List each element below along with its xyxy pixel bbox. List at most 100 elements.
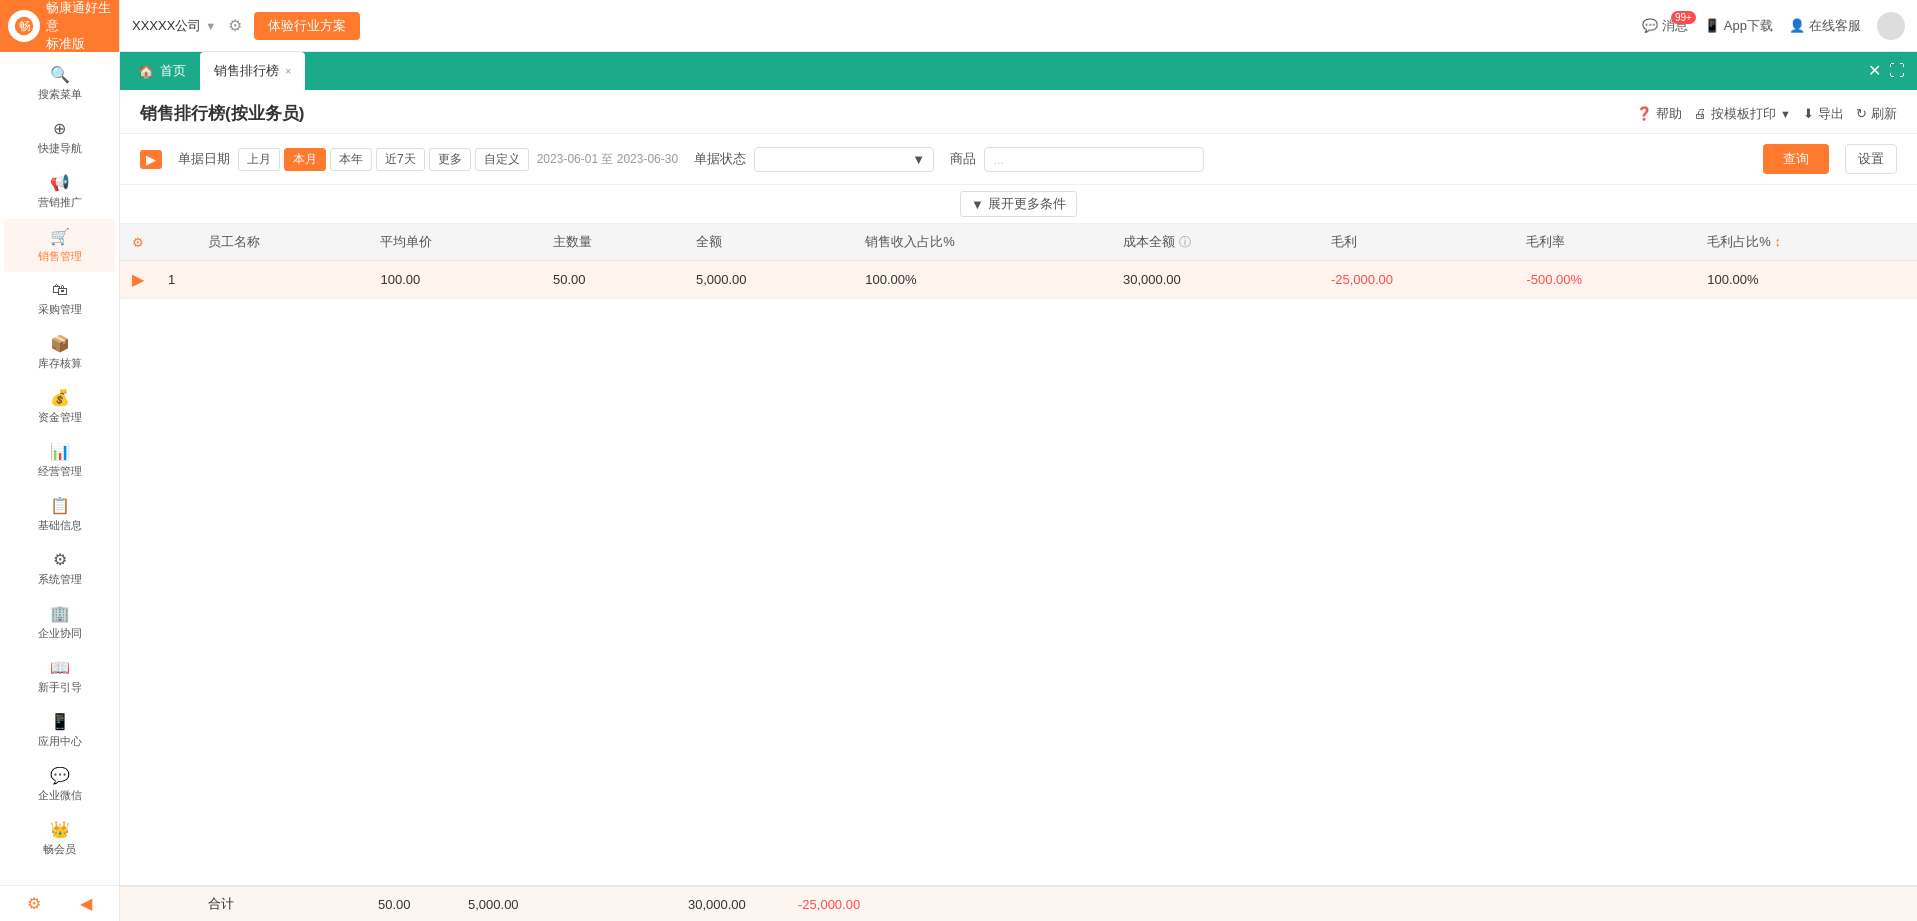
status-filter-group: 单据状态 ▼ — [694, 147, 934, 172]
tabbar-actions: ✕ ⛶ — [1868, 63, 1913, 79]
home-icon: 🏠 — [138, 64, 154, 79]
sidebar-item-business[interactable]: 📊 经营管理 — [4, 434, 115, 487]
cell-gross-rate: -500.00% — [1514, 261, 1695, 299]
tab-home[interactable]: 🏠 首页 — [124, 52, 200, 90]
company-name: XXXXX公司 — [132, 17, 201, 35]
date-filter-buttons: 上月 本月 本年 近7天 更多 自定义 — [238, 148, 529, 171]
search-icon: 🔍 — [50, 65, 70, 84]
sidebar-item-inventory[interactable]: 📦 库存核算 — [4, 326, 115, 379]
date-btn-this-month[interactable]: 本月 — [284, 148, 326, 171]
sidebar-collapse-button[interactable]: ◀ — [80, 894, 92, 913]
table-footer: 合计 50.00 5,000.00 30,000.00 -25,000.00 — [120, 885, 1917, 921]
sidebar-logo: 畅 畅康通好生意 标准版 — [0, 0, 119, 52]
sidebar-item-marketing[interactable]: 📢 营销推广 — [4, 165, 115, 218]
expand-label: 展开更多条件 — [988, 195, 1066, 213]
date-btn-7days[interactable]: 近7天 — [376, 148, 425, 171]
cell-employee-name — [196, 261, 368, 299]
query-button[interactable]: 查询 — [1763, 144, 1829, 174]
expand-more-bar: ▼ 展开更多条件 — [120, 185, 1917, 224]
footer-quantity: 50.00 — [378, 897, 468, 912]
tabbar-maximize-button[interactable]: ⛶ — [1889, 63, 1905, 79]
date-filter-group: 单据日期 上月 本月 本年 近7天 更多 自定义 2023-06-01 至 20… — [178, 148, 678, 171]
col-rank — [156, 224, 196, 261]
topbar-actions: 💬 消息 99+ 📱 App下载 👤 在线客服 — [1642, 12, 1905, 40]
cell-amount: 5,000.00 — [684, 261, 853, 299]
expand-more-button[interactable]: ▼ 展开更多条件 — [960, 191, 1077, 217]
settings-button[interactable]: 设置 — [1845, 144, 1897, 174]
company-selector[interactable]: XXXXX公司 ▼ — [132, 17, 216, 35]
sidebar-item-enterprise[interactable]: 🏢 企业协同 — [4, 596, 115, 649]
col-gross-rate: 毛利率 — [1514, 224, 1695, 261]
sidebar-item-appstore[interactable]: 📱 应用中心 — [4, 704, 115, 757]
wechat-icon: 💬 — [50, 766, 70, 785]
enterprise-icon: 🏢 — [50, 604, 70, 623]
trial-button[interactable]: 体验行业方案 — [254, 12, 360, 40]
sidebar-item-wechat[interactable]: 💬 企业微信 — [4, 758, 115, 811]
tab-close-icon[interactable]: × — [285, 65, 291, 77]
basic-icon: 📋 — [50, 496, 70, 515]
message-button[interactable]: 💬 消息 99+ — [1642, 17, 1688, 35]
col-gross: 毛利 — [1319, 224, 1515, 261]
page-title: 销售排行榜(按业务员) — [140, 102, 304, 125]
sidebar-item-label: 畅会员 — [43, 842, 76, 857]
sidebar-item-system[interactable]: ⚙ 系统管理 — [4, 542, 115, 595]
cell-gross: -25,000.00 — [1319, 261, 1515, 299]
sidebar: 畅 畅康通好生意 标准版 🔍 搜索菜单 ⊕ 快捷导航 📢 营销推广 🛒 销售管理… — [0, 0, 120, 921]
date-range-text: 2023-06-01 至 2023-06-30 — [537, 151, 678, 168]
page-header-actions: ❓ 帮助 🖨 按模板打印 ▼ ⬇ 导出 ↻ 刷新 — [1636, 105, 1897, 123]
table-header-row: ⚙ 员工名称 平均单价 主数量 全额 销售收入占比% 成本全额 ⓘ 毛利 — [120, 224, 1917, 261]
expand-icon: ▼ — [971, 197, 984, 212]
sidebar-item-purchase[interactable]: 🛍 采购管理 — [4, 273, 115, 325]
template-print-button[interactable]: 🖨 按模板打印 ▼ — [1694, 105, 1791, 123]
tab-sales-ranking[interactable]: 销售排行榜 × — [200, 52, 305, 90]
sidebar-settings-button[interactable]: ⚙ — [27, 894, 41, 913]
user-avatar[interactable] — [1877, 12, 1905, 40]
export-button[interactable]: ⬇ 导出 — [1803, 105, 1844, 123]
help-button[interactable]: ❓ 帮助 — [1636, 105, 1682, 123]
col-avg-price: 平均单价 — [368, 224, 540, 261]
date-btn-this-year[interactable]: 本年 — [330, 148, 372, 171]
online-service-label: 在线客服 — [1809, 17, 1861, 35]
sidebar-item-label: 企业微信 — [38, 788, 82, 803]
col-settings[interactable]: ⚙ — [120, 224, 156, 261]
sidebar-item-member[interactable]: 👑 畅会员 — [4, 812, 115, 865]
col-sales-ratio: 销售收入占比% — [853, 224, 1111, 261]
goods-filter-group: 商品 ... — [950, 147, 1204, 172]
sidebar-item-search[interactable]: 🔍 搜索菜单 — [4, 57, 115, 110]
goods-input[interactable]: ... — [984, 147, 1204, 172]
date-btn-custom[interactable]: 自定义 — [475, 148, 529, 171]
col-quantity: 主数量 — [541, 224, 684, 261]
member-icon: 👑 — [50, 820, 70, 839]
sidebar-bottom: ⚙ ◀ — [0, 885, 119, 921]
cost-info-icon[interactable]: ⓘ — [1179, 235, 1191, 249]
page-header: 销售排行榜(按业务员) ❓ 帮助 🖨 按模板打印 ▼ ⬇ 导出 ↻ 刷新 — [120, 90, 1917, 134]
gross-ratio-sort-icon[interactable]: ↕ — [1774, 234, 1781, 249]
active-tab-label: 销售排行榜 — [214, 62, 279, 80]
tabbar: 🏠 首页 销售排行榜 × ✕ ⛶ — [120, 52, 1917, 90]
col-employee-name: 员工名称 — [196, 224, 368, 261]
sidebar-item-sales[interactable]: 🛒 销售管理 — [4, 219, 115, 272]
status-select[interactable]: ▼ — [754, 147, 934, 172]
goods-filter-label: 商品 — [950, 150, 976, 168]
sidebar-item-guide[interactable]: 📖 新手引导 — [4, 650, 115, 703]
app-download-button[interactable]: 📱 App下载 — [1704, 17, 1773, 35]
online-service-button[interactable]: 👤 在线客服 — [1789, 17, 1861, 35]
refresh-icon: ↻ — [1856, 106, 1867, 121]
sidebar-item-finance[interactable]: 💰 资金管理 — [4, 380, 115, 433]
tabbar-close-button[interactable]: ✕ — [1868, 63, 1881, 79]
col-settings-icon[interactable]: ⚙ — [132, 235, 144, 250]
footer-cost: 30,000.00 — [688, 897, 798, 912]
help-icon: ❓ — [1636, 106, 1652, 121]
topbar-settings-icon[interactable]: ⚙ — [228, 16, 242, 35]
cell-quantity: 50.00 — [541, 261, 684, 299]
sidebar-item-label: 库存核算 — [38, 356, 82, 371]
refresh-button[interactable]: ↻ 刷新 — [1856, 105, 1897, 123]
date-btn-more[interactable]: 更多 — [429, 148, 471, 171]
date-btn-last-month[interactable]: 上月 — [238, 148, 280, 171]
sidebar-item-shortcut[interactable]: ⊕ 快捷导航 — [4, 111, 115, 164]
home-tab-label: 首页 — [160, 62, 186, 80]
filter-expand-arrow[interactable]: ▶ — [140, 150, 162, 169]
service-icon: 👤 — [1789, 18, 1805, 33]
sidebar-item-label: 应用中心 — [38, 734, 82, 749]
sidebar-item-basic[interactable]: 📋 基础信息 — [4, 488, 115, 541]
